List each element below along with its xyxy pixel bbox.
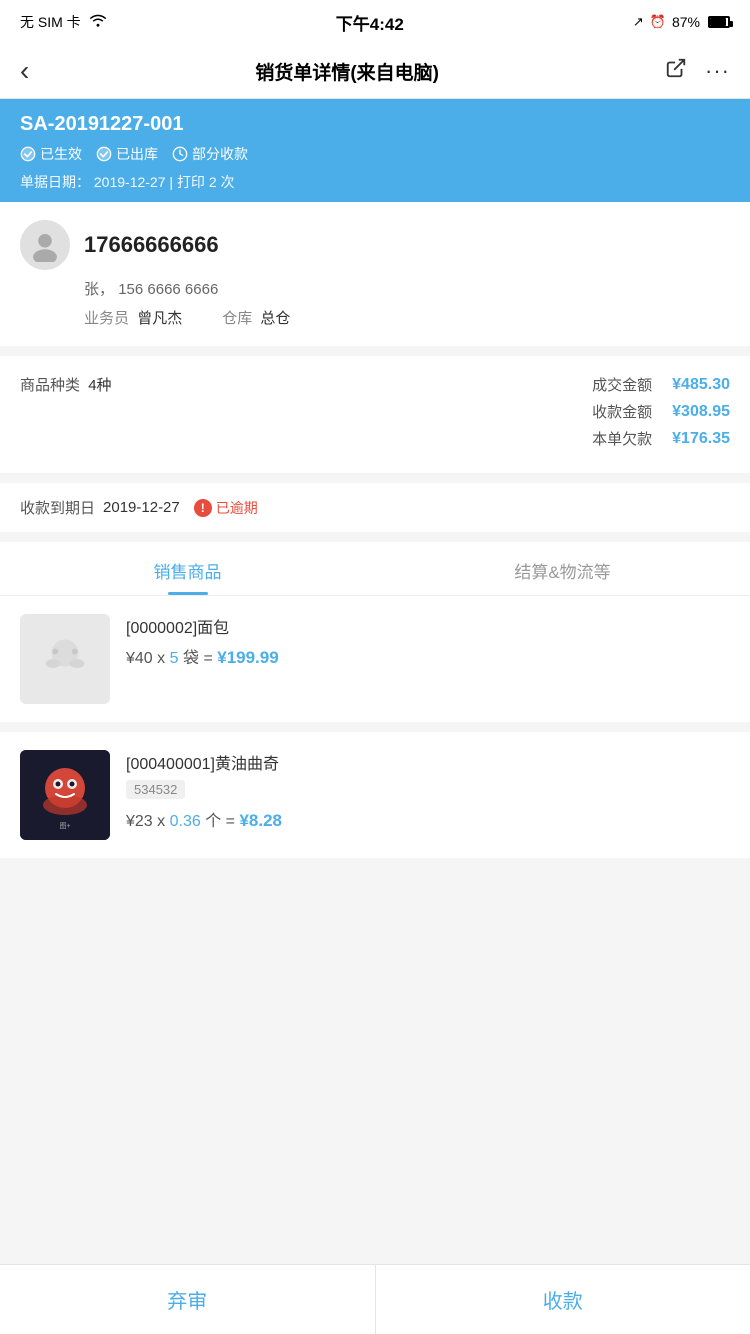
- cancel-button[interactable]: 弃审: [0, 1265, 376, 1334]
- svg-text:图+: 图+: [59, 822, 70, 830]
- customer-name-phone: 张， 156 6666 6666: [20, 278, 730, 299]
- order-date: 单据日期： 2019-12-27 | 打印 2 次: [20, 172, 730, 192]
- share-icon[interactable]: [665, 57, 687, 85]
- product-tag-2: 534532: [126, 780, 185, 799]
- alarm-icon: ⏰: [650, 14, 666, 30]
- order-header: SA-20191227-001 已生效 已出库: [0, 99, 750, 202]
- status-right: ↗ ⏰ 87%: [633, 14, 730, 30]
- summary-right: 成交金额 ¥485.30 收款金额 ¥308.95 本单欠款 ¥176.35: [592, 374, 730, 455]
- status-left: 无 SIM 卡: [20, 12, 107, 32]
- customer-row: 17666666666: [20, 220, 730, 270]
- product-info-1: [0000002]面包 ¥40 x 5 袋 = ¥199.99: [126, 614, 730, 668]
- overdue-badge: ! 已逾期: [194, 498, 258, 518]
- products-section: [0000002]面包 ¥40 x 5 袋 = ¥199.99: [0, 596, 750, 888]
- product-image-2: 图+: [20, 750, 110, 840]
- wifi-icon: [89, 13, 107, 31]
- list-spacer: [0, 868, 750, 888]
- product-price-1: ¥40 x 5 袋 = ¥199.99: [126, 644, 730, 668]
- product-info-2: [000400001]黄油曲奇 534532 ¥23 x 0.36 个 = ¥8…: [126, 750, 730, 831]
- avatar: [20, 220, 70, 270]
- deal-amount-row: 成交金额 ¥485.30: [592, 374, 730, 395]
- tab-settlement[interactable]: 结算&物流等: [375, 542, 750, 595]
- status-bar: 无 SIM 卡 下午4:42 ↗ ⏰ 87%: [0, 0, 750, 44]
- battery-icon: [708, 16, 730, 28]
- status-time: 下午4:42: [336, 10, 404, 35]
- nav-bar: ‹ 销货单详情(来自电脑) ···: [0, 44, 750, 99]
- back-button[interactable]: ‹: [20, 55, 29, 87]
- received-amount-row: 收款金额 ¥308.95: [592, 401, 730, 422]
- badge-partial: 部分收款: [172, 144, 248, 164]
- order-id: SA-20191227-001: [20, 113, 730, 136]
- badge-shipped: 已出库: [96, 144, 158, 164]
- summary-section: 商品种类 4种 成交金额 ¥485.30 收款金额 ¥308.95 本单欠款 ¥…: [0, 356, 750, 473]
- tabs-section: 销售商品 结算&物流等: [0, 542, 750, 596]
- warehouse-info: 仓库 总仓: [222, 307, 290, 328]
- salesperson-info: 业务员 曾凡杰: [84, 307, 182, 328]
- product-image-1: [20, 614, 110, 704]
- debt-amount-row: 本单欠款 ¥176.35: [592, 428, 730, 449]
- customer-meta: 业务员 曾凡杰 仓库 总仓: [20, 307, 730, 328]
- product-card-2: 图+ [000400001]黄油曲奇 534532 ¥23 x 0.36 个 =…: [0, 732, 750, 858]
- overdue-dot-icon: !: [194, 499, 212, 517]
- customer-section: 17666666666 张， 156 6666 6666 业务员 曾凡杰 仓库 …: [0, 202, 750, 346]
- summary-left: 商品种类 4种: [20, 374, 112, 395]
- sim-label: 无 SIM 卡: [20, 12, 81, 32]
- page-title: 销货单详情(来自电脑): [255, 58, 439, 85]
- nav-icons: ···: [665, 57, 730, 85]
- tabs-row: 销售商品 结算&物流等: [0, 542, 750, 595]
- tab-products[interactable]: 销售商品: [0, 542, 375, 595]
- badge-effective: 已生效: [20, 144, 82, 164]
- order-badges: 已生效 已出库 部分收款: [20, 144, 730, 164]
- product-price-2: ¥23 x 0.36 个 = ¥8.28: [126, 807, 730, 831]
- more-icon[interactable]: ···: [705, 58, 730, 84]
- bottom-bar: 弃审 收款: [0, 1264, 750, 1334]
- confirm-button[interactable]: 收款: [376, 1265, 750, 1334]
- battery-level: 87%: [672, 14, 700, 30]
- location-icon: ↗: [633, 14, 644, 30]
- product-card-1: [0000002]面包 ¥40 x 5 袋 = ¥199.99: [0, 596, 750, 722]
- customer-phone: 17666666666: [84, 232, 219, 258]
- product-type-row: 商品种类 4种: [20, 374, 112, 395]
- due-date-section: 收款到期日 2019-12-27 ! 已逾期: [0, 483, 750, 532]
- product-name-2: [000400001]黄油曲奇: [126, 750, 730, 774]
- product-name-1: [0000002]面包: [126, 614, 730, 638]
